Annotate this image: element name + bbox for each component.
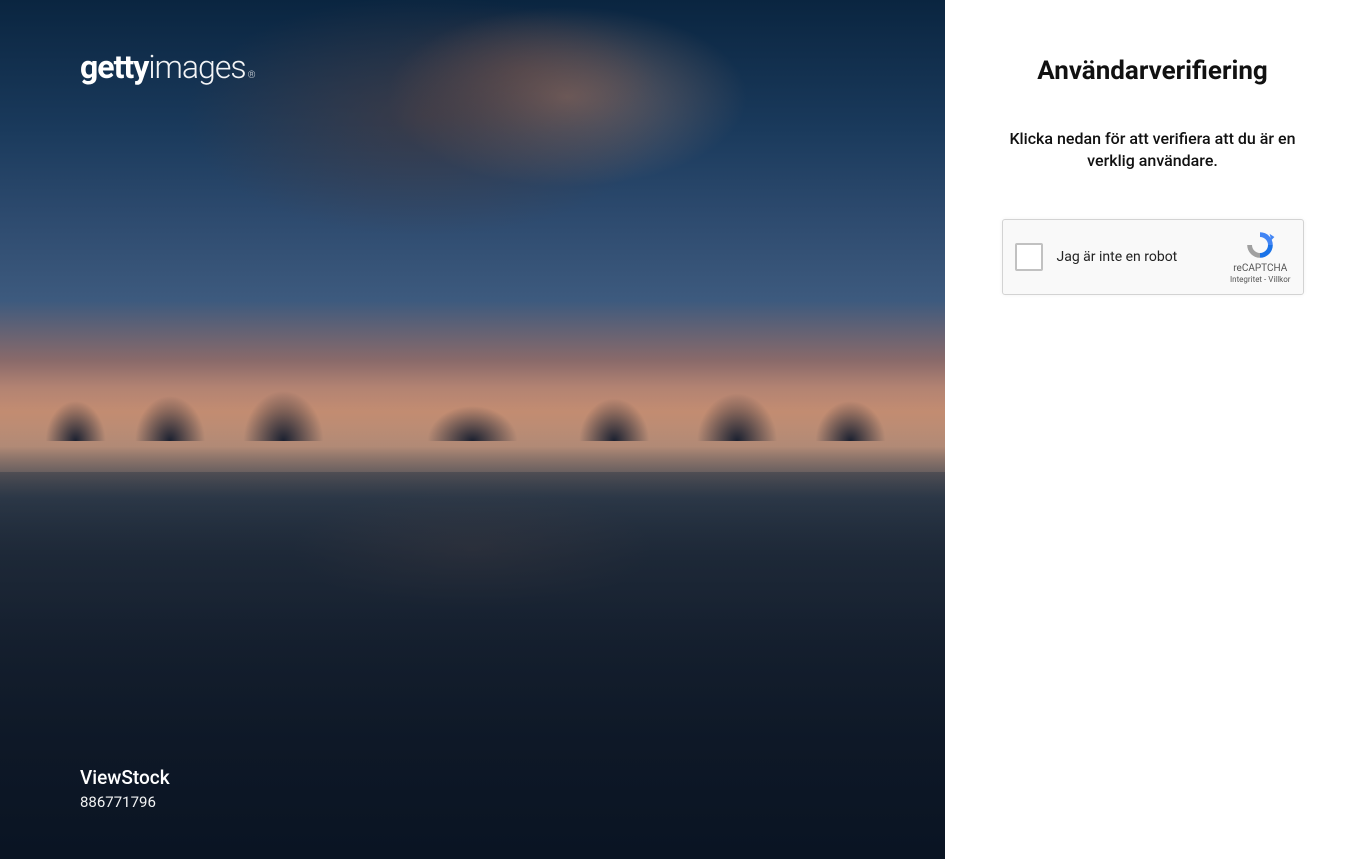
- recaptcha-brand-text: reCAPTCHA: [1233, 263, 1287, 274]
- recaptcha-widget: Jag är inte en robot reCAPTCHA Integrite…: [1002, 219, 1304, 295]
- recaptcha-icon: [1244, 229, 1276, 261]
- logo-light-text: images: [148, 48, 245, 86]
- recaptcha-logo-area: reCAPTCHA Integritet - Villkor: [1230, 229, 1291, 284]
- recaptcha-checkbox[interactable]: [1015, 243, 1043, 271]
- recaptcha-label: Jag är inte en robot: [1057, 249, 1222, 265]
- verification-panel: Användarverifiering Klicka nedan för att…: [945, 0, 1360, 859]
- logo-registered-mark: ®: [248, 70, 255, 81]
- image-credit-name: ViewStock: [80, 766, 170, 789]
- logo-bold-text: getty: [80, 48, 148, 86]
- verification-title: Användarverifiering: [1037, 56, 1268, 86]
- decorative-mountains: [0, 361, 945, 441]
- recaptcha-links: Integritet - Villkor: [1230, 275, 1291, 284]
- image-credit-block: ViewStock 886771796: [80, 766, 170, 811]
- recaptcha-terms-link[interactable]: Villkor: [1268, 275, 1290, 284]
- hero-background-image: gettyimages® ViewStock 886771796: [0, 0, 945, 859]
- image-credit-id: 886771796: [80, 793, 170, 811]
- recaptcha-privacy-link[interactable]: Integritet: [1230, 275, 1262, 284]
- verification-instruction: Klicka nedan för att verifiera att du är…: [1003, 128, 1303, 173]
- gettyimages-logo: gettyimages®: [80, 48, 255, 86]
